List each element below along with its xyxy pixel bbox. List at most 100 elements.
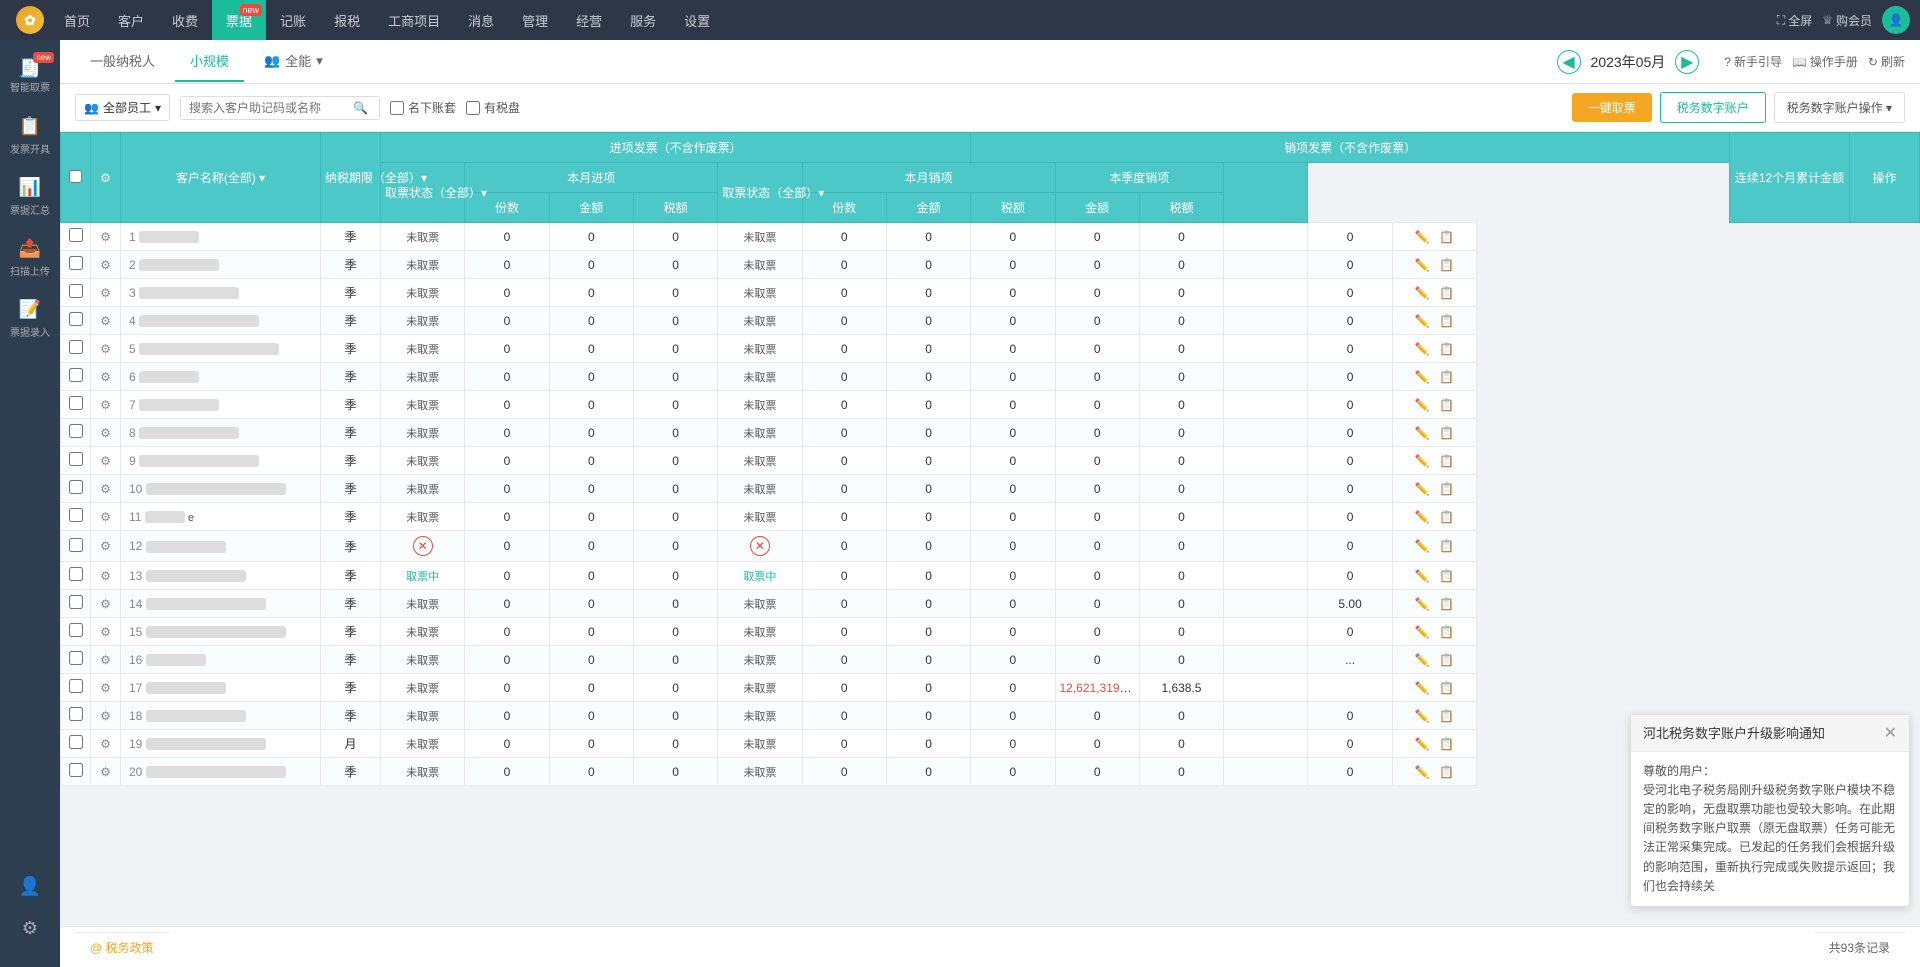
app-logo[interactable]: ✿: [10, 0, 50, 40]
tab-general-taxpayer[interactable]: 一般纳税人: [75, 41, 170, 82]
edit-icon[interactable]: ✏️: [1415, 230, 1430, 244]
copy-icon[interactable]: 📋: [1439, 426, 1454, 440]
copy-icon[interactable]: 📋: [1439, 510, 1454, 524]
copy-icon[interactable]: 📋: [1439, 765, 1454, 779]
row-checkbox-17[interactable]: [69, 679, 83, 693]
manual-btn[interactable]: 📖 操作手册: [1792, 53, 1858, 70]
edit-icon[interactable]: ✏️: [1415, 709, 1430, 723]
copy-icon[interactable]: 📋: [1439, 342, 1454, 356]
search-icon[interactable]: 🔍: [353, 101, 368, 115]
copy-icon[interactable]: 📋: [1439, 709, 1454, 723]
row-checkbox-14[interactable]: [69, 595, 83, 609]
row-checkbox-20[interactable]: [69, 763, 83, 777]
row-checkbox-15[interactable]: [69, 623, 83, 637]
edit-icon[interactable]: ✏️: [1415, 625, 1430, 639]
copy-icon[interactable]: 📋: [1439, 314, 1454, 328]
nav-item-message[interactable]: 消息: [454, 0, 508, 40]
copy-icon[interactable]: 📋: [1439, 454, 1454, 468]
copy-icon[interactable]: 📋: [1439, 398, 1454, 412]
row-checkbox-13[interactable]: [69, 567, 83, 581]
user-avatar[interactable]: 👤: [1882, 6, 1910, 34]
row-checkbox-5[interactable]: [69, 340, 83, 354]
copy-icon[interactable]: 📋: [1439, 737, 1454, 751]
nav-item-customer[interactable]: 客户: [104, 0, 158, 40]
row-checkbox-8[interactable]: [69, 424, 83, 438]
sidebar-item-smart-invoice[interactable]: 🧾 智能取票 new: [2, 50, 58, 103]
row-checkbox-16[interactable]: [69, 651, 83, 665]
checkbox-tax-disk[interactable]: 有税盘: [466, 99, 520, 116]
sidebar-item-invoice-open[interactable]: 📋 发票开具: [2, 108, 58, 164]
copy-icon[interactable]: 📋: [1439, 482, 1454, 496]
employee-select[interactable]: 👥 全部员工 ▾: [75, 94, 170, 121]
row-checkbox-19[interactable]: [69, 735, 83, 749]
copy-icon[interactable]: 📋: [1439, 258, 1454, 272]
edit-icon[interactable]: ✏️: [1415, 569, 1430, 583]
nav-item-accounting[interactable]: 记账: [266, 0, 320, 40]
row-checkbox-12[interactable]: [69, 538, 83, 552]
date-prev-btn[interactable]: ◀: [1557, 50, 1581, 74]
nav-item-service[interactable]: 服务: [616, 0, 670, 40]
checkbox-subledger[interactable]: 名下账套: [390, 99, 456, 116]
edit-icon[interactable]: ✏️: [1415, 342, 1430, 356]
row-checkbox-3[interactable]: [69, 284, 83, 298]
row-checkbox-2[interactable]: [69, 256, 83, 270]
row-checkbox-10[interactable]: [69, 480, 83, 494]
tax-ops-btn[interactable]: 税务数字账户操作 ▾: [1774, 92, 1905, 123]
tax-account-btn[interactable]: 税务数字账户: [1660, 92, 1766, 123]
edit-icon[interactable]: ✏️: [1415, 653, 1430, 667]
copy-icon[interactable]: 📋: [1439, 370, 1454, 384]
tab-full-capability[interactable]: 👥 全能 ▾: [249, 41, 338, 82]
row-checkbox-7[interactable]: [69, 396, 83, 410]
copy-icon[interactable]: 📋: [1439, 625, 1454, 639]
row-checkbox-6[interactable]: [69, 368, 83, 382]
nav-item-settings[interactable]: 设置: [670, 0, 724, 40]
copy-icon[interactable]: 📋: [1439, 230, 1454, 244]
copy-icon[interactable]: 📋: [1439, 286, 1454, 300]
copy-icon[interactable]: 📋: [1439, 653, 1454, 667]
edit-icon[interactable]: ✏️: [1415, 454, 1430, 468]
edit-icon[interactable]: ✏️: [1415, 737, 1430, 751]
member-btn[interactable]: ♕ 购会员: [1822, 12, 1872, 29]
edit-icon[interactable]: ✏️: [1415, 286, 1430, 300]
row-checkbox-11[interactable]: [69, 508, 83, 522]
notification-close-btn[interactable]: ✕: [1884, 723, 1897, 743]
copy-icon[interactable]: 📋: [1439, 597, 1454, 611]
sidebar-item-invoice-entry[interactable]: 📝 票据录入: [2, 291, 58, 347]
select-all-checkbox[interactable]: [69, 170, 82, 183]
quick-invoice-btn[interactable]: 一键取票: [1572, 93, 1652, 122]
edit-icon[interactable]: ✏️: [1415, 765, 1430, 779]
edit-icon[interactable]: ✏️: [1415, 482, 1430, 496]
tax-policy-link[interactable]: @ 税务政策: [75, 932, 169, 962]
row-checkbox-18[interactable]: [69, 707, 83, 721]
search-input[interactable]: [189, 101, 349, 115]
edit-icon[interactable]: ✏️: [1415, 539, 1430, 553]
edit-icon[interactable]: ✏️: [1415, 510, 1430, 524]
subledger-checkbox[interactable]: [390, 101, 404, 115]
nav-item-management[interactable]: 管理: [508, 0, 562, 40]
edit-icon[interactable]: ✏️: [1415, 314, 1430, 328]
guide-btn[interactable]: ? 新手引导: [1724, 53, 1782, 70]
edit-icon[interactable]: ✏️: [1415, 398, 1430, 412]
fullscreen-btn[interactable]: ⛶ 全屏: [1777, 12, 1812, 29]
row-checkbox-4[interactable]: [69, 312, 83, 326]
tax-disk-checkbox[interactable]: [466, 101, 480, 115]
refresh-btn[interactable]: ↻ 刷新: [1868, 53, 1905, 70]
edit-icon[interactable]: ✏️: [1415, 426, 1430, 440]
nav-item-business[interactable]: 工商项目: [374, 0, 454, 40]
nav-item-tax[interactable]: 报税: [320, 0, 374, 40]
edit-icon[interactable]: ✏️: [1415, 681, 1430, 695]
edit-icon[interactable]: ✏️: [1415, 370, 1430, 384]
nav-item-home[interactable]: 首页: [50, 0, 104, 40]
copy-icon[interactable]: 📋: [1439, 539, 1454, 553]
nav-item-operation[interactable]: 经营: [562, 0, 616, 40]
row-checkbox-9[interactable]: [69, 452, 83, 466]
nav-item-fee[interactable]: 收费: [158, 0, 212, 40]
row-checkbox-1[interactable]: [69, 228, 83, 242]
copy-icon[interactable]: 📋: [1439, 681, 1454, 695]
date-next-btn[interactable]: ▶: [1675, 50, 1699, 74]
edit-icon[interactable]: ✏️: [1415, 258, 1430, 272]
nav-item-invoice[interactable]: 票据 new: [212, 0, 266, 40]
sidebar-item-user[interactable]: 👤: [2, 868, 58, 905]
sidebar-item-settings[interactable]: ⚙: [2, 910, 58, 947]
sidebar-item-scan-upload[interactable]: 📤 扫描上传: [2, 230, 58, 286]
